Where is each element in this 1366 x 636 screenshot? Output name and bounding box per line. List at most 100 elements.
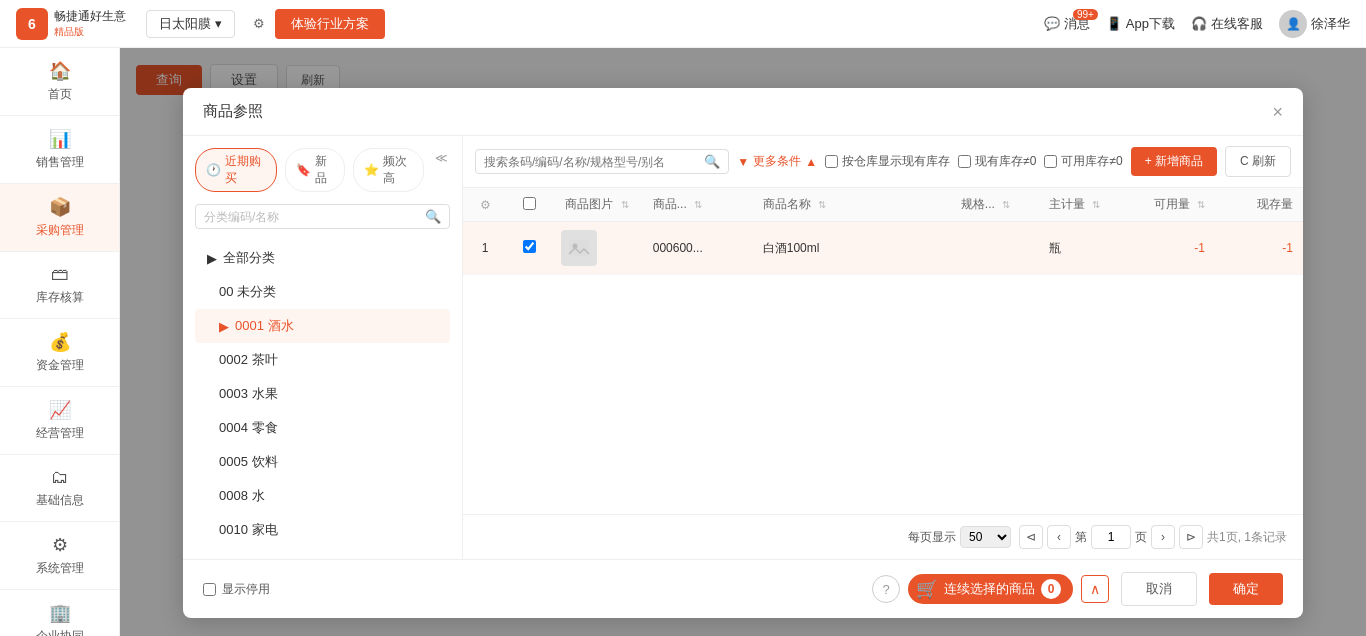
sidebar-item-finance[interactable]: 💰 资金管理 [0,319,119,387]
sidebar-item-operations[interactable]: 📈 经营管理 [0,387,119,455]
usable-checkbox[interactable] [1044,155,1057,168]
user-menu[interactable]: 👤 徐泽华 [1279,10,1350,38]
category-item-water[interactable]: 0008 水 [195,479,450,513]
sidebar-item-sales[interactable]: 📊 销售管理 [0,116,119,184]
enterprise-icon: 🏢 [49,602,71,624]
sidebar-item-enterprise[interactable]: 🏢 企业协同 [0,590,119,636]
available-filter[interactable]: 现有库存≠0 [958,153,1036,170]
next-page-button[interactable]: › [1151,525,1175,549]
service-button[interactable]: 🎧 在线客服 [1191,15,1263,33]
col-available[interactable]: 可用量 ⇅ [1127,188,1215,222]
page-number-input[interactable] [1091,525,1131,549]
sales-icon: 📊 [49,128,71,150]
company-selector[interactable]: 日太阳膜 ▾ [146,10,235,38]
sort-icon: ⇅ [1002,199,1010,210]
cart-button[interactable]: 🛒 连续选择的商品 0 [908,574,1073,604]
col-image[interactable]: 商品图片 ⇅ [551,188,643,222]
svg-rect-0 [569,240,589,256]
sort-icon: ⇅ [1197,199,1205,210]
logo-icon: 6 [16,8,48,40]
trial-button[interactable]: 体验行业方案 [275,9,385,39]
help-button[interactable]: ? [872,575,900,603]
product-refresh-button[interactable]: C 刷新 [1225,146,1291,177]
purchase-icon: 📦 [49,196,71,218]
sidebar-item-label: 销售管理 [36,154,84,171]
new-product-button[interactable]: + 新增商品 [1131,147,1217,176]
sidebar-item-label: 库存核算 [36,289,84,306]
collapse-button[interactable]: ≪ [432,148,450,168]
category-search-input[interactable] [204,210,421,224]
finance-icon: 💰 [49,331,71,353]
col-checkbox[interactable] [507,188,551,222]
confirm-button[interactable]: 确定 [1209,573,1283,605]
col-stock[interactable]: 现存量 [1215,188,1303,222]
inventory-icon: 🗃 [51,264,69,285]
row-name: 白酒100ml [753,222,951,275]
right-panel: 🔍 ▼ 更多条件 ▲ 按仓库显示现有库存 [463,136,1303,559]
category-item-tea[interactable]: 0002 茶叶 [195,343,450,377]
cart-label: 连续选择的商品 [944,580,1035,598]
first-page-button[interactable]: ⊲ [1019,525,1043,549]
home-icon: 🏠 [49,60,71,82]
display-disabled-checkbox[interactable]: 显示停用 [203,581,270,598]
col-unit[interactable]: 主计量 ⇅ [1039,188,1127,222]
warehouse-checkbox[interactable] [825,155,838,168]
category-item-unclassified[interactable]: 00 未分类 [195,275,450,309]
sort-icon: ⇅ [1092,199,1100,210]
disabled-checkbox[interactable] [203,583,216,596]
col-gear[interactable]: ⚙ [463,188,507,222]
settings-icon[interactable]: ⚙ [243,8,275,40]
available-checkbox[interactable] [958,155,971,168]
cancel-button[interactable]: 取消 [1121,572,1197,606]
category-item-beverage[interactable]: 0005 饮料 [195,445,450,479]
cart-icon: 🛒 [916,578,938,600]
row-available: -1 [1127,222,1215,275]
left-panel: 🕐 近期购买 🔖 新品 ⭐ 频次高 ≪ [183,136,463,559]
table-row[interactable]: 1 [463,222,1303,275]
frequent-icon: ⭐ [364,163,379,177]
row-unit: 瓶 [1039,222,1127,275]
product-search-icon: 🔍 [704,154,720,169]
last-page-button[interactable]: ⊳ [1179,525,1203,549]
category-item-fruit[interactable]: 0003 水果 [195,377,450,411]
chevron-up-button[interactable]: ∧ [1081,575,1109,603]
warehouse-filter[interactable]: 按仓库显示现有库存 [825,153,950,170]
sidebar-item-home[interactable]: 🏠 首页 [0,48,119,116]
col-spec[interactable]: 规格... ⇅ [951,188,1039,222]
expand-active-arrow-icon: ▶ [219,319,229,334]
tab-frequent[interactable]: ⭐ 频次高 [353,148,424,192]
message-button[interactable]: 💬 消息 99+ [1044,15,1090,33]
topbar: 6 畅捷通好生意 精品版 日太阳膜 ▾ ⚙ 体验行业方案 💬 消息 99+ 📱 … [0,0,1366,48]
tab-new-product[interactable]: 🔖 新品 [285,148,345,192]
more-filter-button[interactable]: ▼ 更多条件 ▲ [737,153,817,170]
category-item-all[interactable]: ▶ 全部分类 [195,241,450,275]
sidebar-item-purchase[interactable]: 📦 采购管理 [0,184,119,252]
tab-recent-purchase[interactable]: 🕐 近期购买 [195,148,277,192]
category-item-snack[interactable]: 0004 零食 [195,411,450,445]
modal-footer: 显示停用 ? 🛒 连续选择的商品 0 ∧ 取消 确定 [183,559,1303,618]
row-index: 1 [463,222,507,275]
row-checkbox[interactable] [523,240,536,253]
usable-filter[interactable]: 可用库存≠0 [1044,153,1122,170]
product-search-input[interactable] [484,155,700,169]
page-size-select[interactable]: 50 20 100 [960,526,1011,548]
sidebar-item-basic-info[interactable]: 🗂 基础信息 [0,455,119,522]
col-code[interactable]: 商品... ⇅ [643,188,753,222]
category-item-appliance[interactable]: 0010 家电 [195,513,450,547]
select-all-checkbox[interactable] [523,197,536,210]
cart-area: ? 🛒 连续选择的商品 0 ∧ [872,574,1109,604]
col-name[interactable]: 商品名称 ⇅ [753,188,951,222]
app-download-button[interactable]: 📱 App下载 [1106,15,1175,33]
sidebar-item-inventory[interactable]: 🗃 库存核算 [0,252,119,319]
row-spec [951,222,1039,275]
prev-page-button[interactable]: ‹ [1047,525,1071,549]
topbar-right: 💬 消息 99+ 📱 App下载 🎧 在线客服 👤 徐泽华 [1044,10,1350,38]
sidebar-item-system[interactable]: ⚙ 系统管理 [0,522,119,590]
sidebar-item-label: 首页 [48,86,72,103]
system-icon: ⚙ [52,534,68,556]
category-item-alcohol[interactable]: ▶ 0001 酒水 [195,309,450,343]
row-checkbox-cell[interactable] [507,222,551,275]
basic-info-icon: 🗂 [51,467,69,488]
modal-close-button[interactable]: × [1272,103,1283,121]
product-table: ⚙ 商品图片 ⇅ [463,188,1303,275]
